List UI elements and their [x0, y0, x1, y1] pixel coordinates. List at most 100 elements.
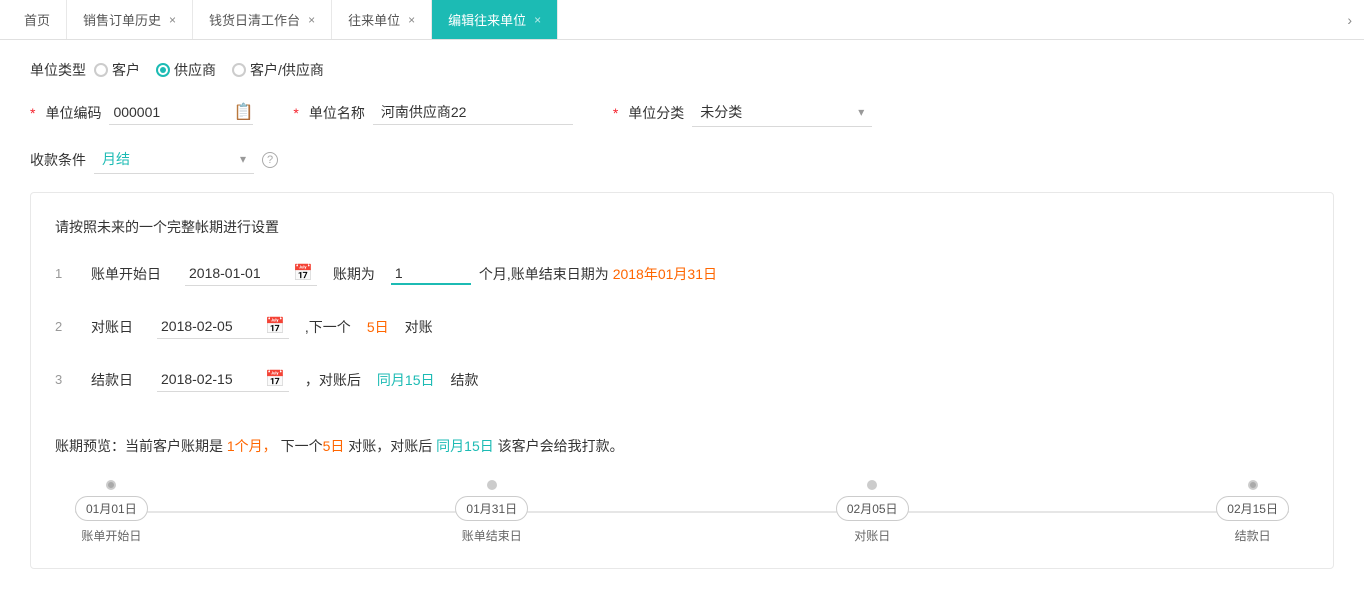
row-2-date-input[interactable] — [161, 318, 261, 334]
settings-title: 请按照未来的一个完整帐期进行设置 — [55, 217, 1309, 237]
preview-part2-prefix: 下一个 — [281, 438, 323, 454]
timeline-label-2: 对账日 — [854, 527, 890, 544]
timeline: 01月01日 账单开始日 01月31日 账单结束日 02月05日 对账日 — [55, 480, 1309, 544]
row-1-number: 1 — [55, 266, 75, 281]
row-1-calendar-icon[interactable]: 📅 — [293, 263, 313, 283]
tab-sales-history-label: 销售订单历史 — [83, 10, 161, 29]
timeline-item-1: 01月31日 账单结束日 — [455, 480, 528, 544]
timeline-item-0: 01月01日 账单开始日 — [75, 480, 148, 544]
tab-cash-workbench-label: 钱货日清工作台 — [209, 10, 300, 29]
radio-customer[interactable]: 客户 — [94, 60, 140, 80]
row-1-period: 账期为 个月,账单结束日期为 2018年01月31日 — [333, 263, 717, 285]
row-1-period-label: 账期为 — [333, 264, 375, 284]
settings-box: 请按照未来的一个完整帐期进行设置 1 账单开始日 📅 账期为 个月,账单结束日期… — [30, 192, 1334, 569]
row-3-date-field: 📅 — [157, 367, 289, 392]
tab-home-label: 首页 — [24, 10, 50, 29]
row-3-calendar-icon[interactable]: 📅 — [265, 369, 285, 389]
unit-name-input[interactable] — [373, 100, 573, 125]
chevron-right-icon: › — [1347, 12, 1352, 28]
unit-class-required: * — [613, 105, 618, 121]
timeline-badge-0: 01月01日 — [75, 496, 148, 521]
unit-code-input-wrapper: 📋 — [109, 100, 253, 125]
row-2-label: 对账日 — [91, 317, 133, 337]
unit-class-value: 未分类 — [700, 102, 854, 122]
preview-part3-suffix: 该客户会给我打款。 — [498, 438, 624, 454]
preview-label: 账期预览：当前客户账期是 — [55, 438, 223, 454]
row-1-period-input[interactable] — [391, 263, 471, 285]
tab-cash-workbench[interactable]: 钱货日清工作台 × — [193, 0, 332, 39]
tab-home[interactable]: 首页 — [8, 0, 67, 39]
row-1-date-input[interactable] — [189, 265, 289, 281]
tab-more-button[interactable]: › — [1335, 0, 1364, 39]
tab-cash-workbench-close[interactable]: × — [308, 13, 315, 27]
timeline-badge-3: 02月15日 — [1216, 496, 1289, 521]
unit-code-label: 单位编码 — [45, 103, 101, 123]
row-3-highlight: 同月15日 — [377, 370, 435, 390]
tab-edit-partner[interactable]: 编辑往来单位 × — [432, 0, 558, 39]
timeline-dot-2 — [867, 480, 877, 490]
unit-code-field: * 单位编码 📋 — [30, 100, 253, 125]
row-2-suffix: 对账 — [405, 317, 433, 337]
row-2-highlight: 5日 — [367, 317, 389, 337]
unit-class-dropdown-icon: ▾ — [858, 105, 864, 119]
unit-type-label: 单位类型 — [30, 60, 86, 80]
preview-part3-highlight: 同月15日 — [436, 438, 494, 454]
timeline-items: 01月01日 账单开始日 01月31日 账单结束日 02月05日 对账日 — [75, 480, 1289, 544]
timeline-label-0: 账单开始日 — [81, 527, 141, 544]
unit-code-icon[interactable]: 📋 — [233, 102, 253, 122]
unit-code-input[interactable] — [109, 100, 229, 124]
tab-sales-history-close[interactable]: × — [169, 13, 176, 27]
settings-row-1: 1 账单开始日 📅 账期为 个月,账单结束日期为 2018年01月31日 — [55, 261, 1309, 286]
radio-both[interactable]: 客户/供应商 — [232, 60, 324, 80]
preview-part2-suffix: 对账，对账后 — [348, 438, 432, 454]
preview-text: 账期预览：当前客户账期是 1个月， 下一个5日 对账，对账后 同月15日 该客户… — [55, 436, 1309, 456]
payment-value: 月结 — [102, 149, 236, 169]
radio-both-label: 客户/供应商 — [250, 60, 324, 80]
timeline-badge-2: 02月05日 — [836, 496, 909, 521]
settings-row-2: 2 对账日 📅 ,下一个5日对账 — [55, 314, 1309, 339]
tab-partner-unit[interactable]: 往来单位 × — [332, 0, 432, 39]
unit-name-required: * — [293, 105, 298, 121]
tab-sales-history[interactable]: 销售订单历史 × — [67, 0, 193, 39]
radio-supplier-circle — [156, 63, 170, 77]
unit-info-row: * 单位编码 📋 * 单位名称 * 单位分类 未分类 ▾ — [30, 98, 1334, 127]
timeline-label-3: 结款日 — [1235, 527, 1271, 544]
settings-row-3: 3 结款日 📅 ，对账后同月15日结款 — [55, 367, 1309, 392]
tab-partner-unit-label: 往来单位 — [348, 10, 400, 29]
unit-type-field: 单位类型 客户 供应商 客户/供应商 — [30, 60, 324, 80]
unit-class-label: 单位分类 — [628, 103, 684, 123]
unit-class-field: * 单位分类 未分类 ▾ — [613, 98, 872, 127]
timeline-dot-0 — [106, 480, 116, 490]
row-3-suffix: 结款 — [451, 370, 479, 390]
payment-label: 收款条件 — [30, 150, 86, 170]
payment-field: 收款条件 月结 ▾ ? — [30, 145, 278, 174]
unit-code-required: * — [30, 105, 35, 121]
radio-supplier[interactable]: 供应商 — [156, 60, 216, 80]
tab-partner-unit-close[interactable]: × — [408, 13, 415, 27]
radio-supplier-label: 供应商 — [174, 60, 216, 80]
tab-edit-partner-close[interactable]: × — [534, 13, 541, 27]
radio-customer-label: 客户 — [112, 60, 140, 80]
unit-type-row: 单位类型 客户 供应商 客户/供应商 — [30, 60, 1334, 80]
radio-both-circle — [232, 63, 246, 77]
row-3-date-input[interactable] — [161, 371, 261, 387]
unit-name-label: 单位名称 — [309, 103, 365, 123]
timeline-dot-1 — [487, 480, 497, 490]
unit-type-radio-group: 客户 供应商 客户/供应商 — [94, 60, 324, 80]
timeline-item-3: 02月15日 结款日 — [1216, 480, 1289, 544]
row-1-date-field: 📅 — [185, 261, 317, 286]
row-1-period-unit: 个月,账单结束日期为 2018年01月31日 — [479, 264, 717, 284]
payment-dropdown-icon: ▾ — [240, 152, 246, 166]
timeline-dot-3 — [1248, 480, 1258, 490]
row-2-number: 2 — [55, 319, 75, 334]
payment-select[interactable]: 月结 ▾ — [94, 145, 254, 174]
unit-class-select[interactable]: 未分类 ▾ — [692, 98, 872, 127]
timeline-badge-1: 01月31日 — [455, 496, 528, 521]
radio-customer-circle — [94, 63, 108, 77]
row-3-number: 3 — [55, 372, 75, 387]
row-2-calendar-icon[interactable]: 📅 — [265, 316, 285, 336]
preview-section: 账期预览：当前客户账期是 1个月， 下一个5日 对账，对账后 同月15日 该客户… — [55, 420, 1309, 544]
preview-part1: 1个月， — [227, 438, 277, 454]
payment-help-icon[interactable]: ? — [262, 152, 278, 168]
tab-edit-partner-label: 编辑往来单位 — [448, 10, 526, 29]
